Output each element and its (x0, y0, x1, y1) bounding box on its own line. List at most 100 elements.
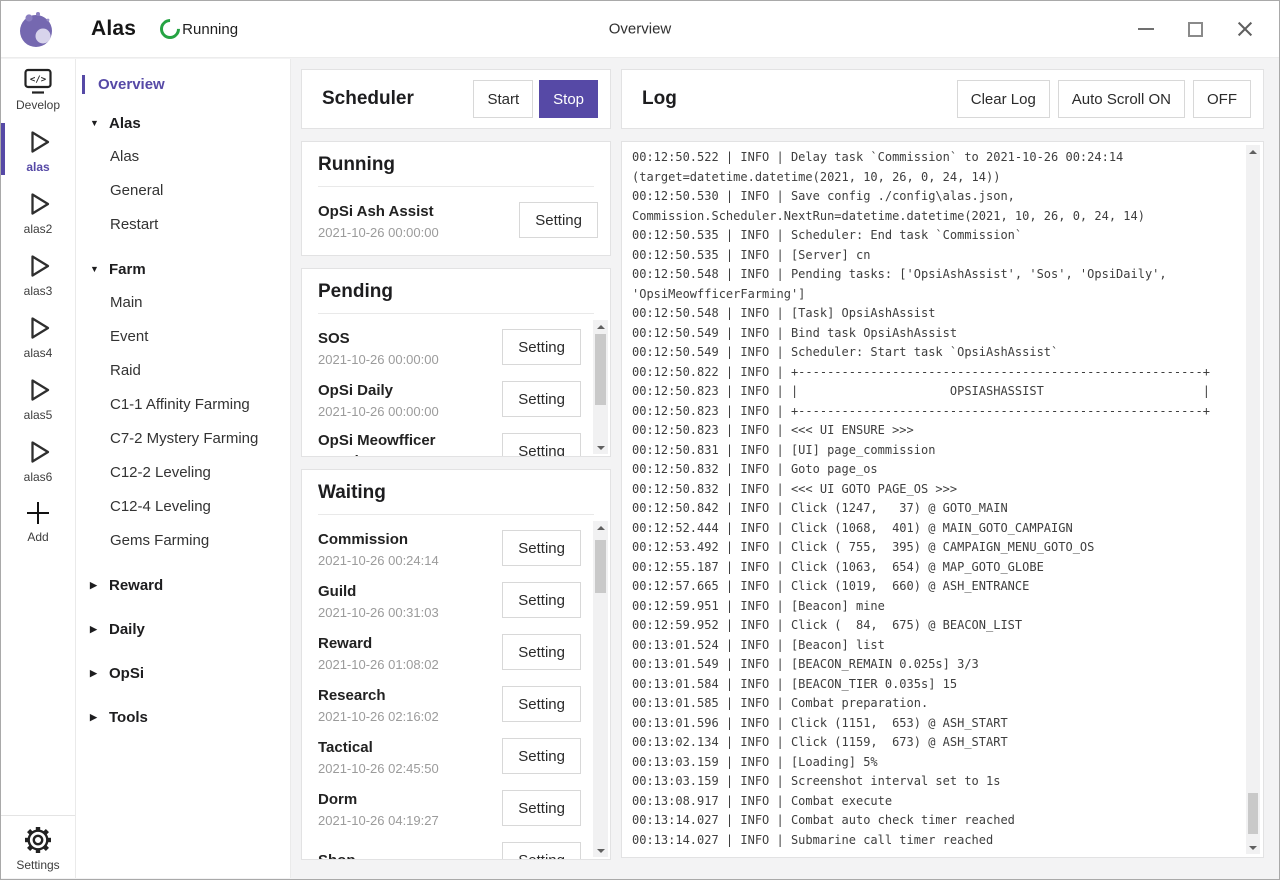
scroll-down-icon[interactable] (593, 844, 608, 857)
task-setting-button[interactable]: Setting (502, 738, 581, 774)
task-row: Guild 2021-10-26 00:31:03 Setting (302, 574, 593, 626)
running-panel: Running OpSi Ash Assist2021-10-26 00:00:… (301, 141, 611, 256)
rail-instance-alas3[interactable]: alas3 (1, 242, 75, 304)
log-scrollbar[interactable] (1246, 145, 1260, 854)
nav-group-daily: Daily (76, 612, 290, 646)
start-button[interactable]: Start (473, 80, 533, 118)
log-line: 00:13:01.596 | INFO | Click (1151, 653) … (632, 714, 1235, 734)
scroll-up-icon[interactable] (1246, 145, 1260, 158)
rail-item-label: Develop (16, 98, 60, 112)
task-name: Guild (318, 581, 478, 602)
rail-item-add[interactable]: Add (1, 490, 75, 550)
rail-item-develop[interactable]: </> Develop (1, 59, 75, 118)
task-row: SOS2021-10-26 00:00:00Setting (302, 321, 593, 373)
task-setting-button[interactable]: Setting (502, 530, 581, 566)
chevron-right-icon (90, 712, 109, 723)
close-icon[interactable] (1237, 21, 1253, 37)
log-column: Log Clear Log Auto Scroll ON OFF 00:12:5… (621, 69, 1264, 858)
task-setting-button[interactable]: Setting (502, 582, 581, 618)
sidenav-item-overview[interactable]: Overview (76, 73, 290, 96)
log-line: 00:12:50.832 | INFO | <<< UI GOTO PAGE_O… (632, 480, 1235, 500)
nav-group-header-tools[interactable]: Tools (76, 700, 290, 734)
log-line: 00:12:57.665 | INFO | Click (1019, 660) … (632, 577, 1235, 597)
scroll-down-icon[interactable] (1246, 841, 1260, 854)
rail-item-label: Settings (16, 858, 59, 872)
instance-rail: </> Develop alasalas2alas3alas4 alas5 alas… (1, 59, 76, 878)
scroll-up-icon[interactable] (593, 521, 608, 534)
nav-group-header-daily[interactable]: Daily (76, 612, 290, 646)
task-next-run-time: 2021-10-26 02:16:02 (318, 709, 478, 724)
sidenav-item-alas[interactable]: Alas (76, 140, 290, 174)
task-setting-button[interactable]: Setting (502, 634, 581, 670)
autoscroll-on-button[interactable]: Auto Scroll ON (1058, 80, 1185, 118)
log-line: 00:13:02.134 | INFO | Click (1159, 673) … (632, 733, 1235, 753)
task-row: OpSi Meowfficer FarmingSetting (302, 425, 593, 456)
rail-instance-alas6[interactable]: alas6 (1, 428, 75, 490)
task-name: Shop (318, 850, 478, 860)
log-line: 00:12:50.831 | INFO | [UI] page_commissi… (632, 441, 1235, 461)
log-line: 00:12:55.187 | INFO | Click (1063, 654) … (632, 558, 1235, 578)
task-setting-button[interactable]: Setting (502, 381, 581, 417)
log-line: 00:13:01.585 | INFO | Combat preparation… (632, 694, 1235, 714)
nav-group-header-reward[interactable]: Reward (76, 568, 290, 602)
task-setting-button[interactable]: Setting (502, 790, 581, 826)
log-line: 00:13:08.917 | INFO | Combat execute (632, 792, 1235, 812)
scheduler-panel: Scheduler Start Stop (301, 69, 611, 129)
sidenav-item-raid[interactable]: Raid (76, 354, 290, 388)
gear-icon (23, 825, 53, 855)
sidenav-item-c12-4-leveling[interactable]: C12-4 Leveling (76, 490, 290, 524)
scroll-up-icon[interactable] (593, 320, 608, 333)
log-line: 00:12:50.822 | INFO | +-----------------… (632, 363, 1235, 383)
scroll-down-icon[interactable] (593, 441, 608, 454)
log-line: 00:13:03.159 | INFO | [Loading] 5% (632, 753, 1235, 773)
add-plus-icon (24, 499, 52, 527)
pending-task-list: SOS2021-10-26 00:00:00SettingOpSi Daily2… (302, 318, 593, 456)
scroll-thumb[interactable] (1248, 793, 1258, 834)
running-task-list: OpSi Ash Assist2021-10-26 00:00:00Settin… (302, 191, 610, 255)
nav-group-alas: AlasAlasGeneralRestart (76, 106, 290, 242)
nav-group-header-farm[interactable]: Farm (76, 252, 290, 286)
rail-item-label: alas6 (24, 470, 53, 484)
stop-button[interactable]: Stop (539, 80, 598, 118)
task-next-run-time: 2021-10-26 00:31:03 (318, 605, 478, 620)
nav-group-farm: FarmMainEventRaidC1-1 Affinity FarmingC7… (76, 252, 290, 558)
pending-scrollbar[interactable] (593, 320, 608, 454)
rail-instance-alas4[interactable]: alas4 (1, 304, 75, 366)
rail-item-settings[interactable]: Settings (1, 816, 75, 878)
task-setting-button[interactable]: Setting (502, 842, 581, 859)
task-setting-button[interactable]: Setting (502, 433, 581, 456)
sidenav-item-c12-2-leveling[interactable]: C12-2 Leveling (76, 456, 290, 490)
rail-instance-alas[interactable]: alas (1, 118, 75, 180)
sidenav-item-main[interactable]: Main (76, 286, 290, 320)
chevron-down-icon (90, 118, 109, 128)
autoscroll-off-button[interactable]: OFF (1193, 80, 1251, 118)
scheduler-column: Scheduler Start Stop Running OpSi Ash As… (301, 69, 611, 878)
rail-instance-alas5[interactable]: alas5 (1, 366, 75, 428)
task-setting-button[interactable]: Setting (502, 329, 581, 365)
clear-log-button[interactable]: Clear Log (957, 80, 1050, 118)
waiting-scrollbar[interactable] (593, 521, 608, 857)
sidenav-item-general[interactable]: General (76, 174, 290, 208)
scroll-thumb[interactable] (595, 540, 606, 593)
task-setting-button[interactable]: Setting (502, 686, 581, 722)
sidenav-item-c1-1-affinity-farming[interactable]: C1-1 Affinity Farming (76, 388, 290, 422)
rail-item-label: alas5 (24, 408, 53, 422)
log-line: 00:12:59.952 | INFO | Click ( 84, 675) @… (632, 616, 1235, 636)
maximize-icon[interactable] (1188, 22, 1203, 37)
task-next-run-time: 2021-10-26 00:00:00 (318, 225, 478, 240)
scroll-thumb[interactable] (595, 334, 606, 405)
task-setting-button[interactable]: Setting (519, 202, 598, 238)
nav-group-header-opsi[interactable]: OpSi (76, 656, 290, 690)
rail-instance-alas2[interactable]: alas2 (1, 180, 75, 242)
sidenav-item-c7-2-mystery-farming[interactable]: C7-2 Mystery Farming (76, 422, 290, 456)
log-title: Log (642, 88, 949, 110)
nav-group-tools: Tools (76, 700, 290, 734)
nav-group-header-alas[interactable]: Alas (76, 106, 290, 140)
sidenav-item-gems-farming[interactable]: Gems Farming (76, 524, 290, 558)
rail-bottom: Settings (1, 815, 75, 878)
waiting-panel: Waiting Commission2021-10-26 00:24:14Set… (301, 469, 611, 860)
minimize-icon[interactable] (1138, 28, 1154, 30)
task-next-run-time: 2021-10-26 04:19:27 (318, 813, 478, 828)
sidenav-item-event[interactable]: Event (76, 320, 290, 354)
sidenav-item-restart[interactable]: Restart (76, 208, 290, 242)
